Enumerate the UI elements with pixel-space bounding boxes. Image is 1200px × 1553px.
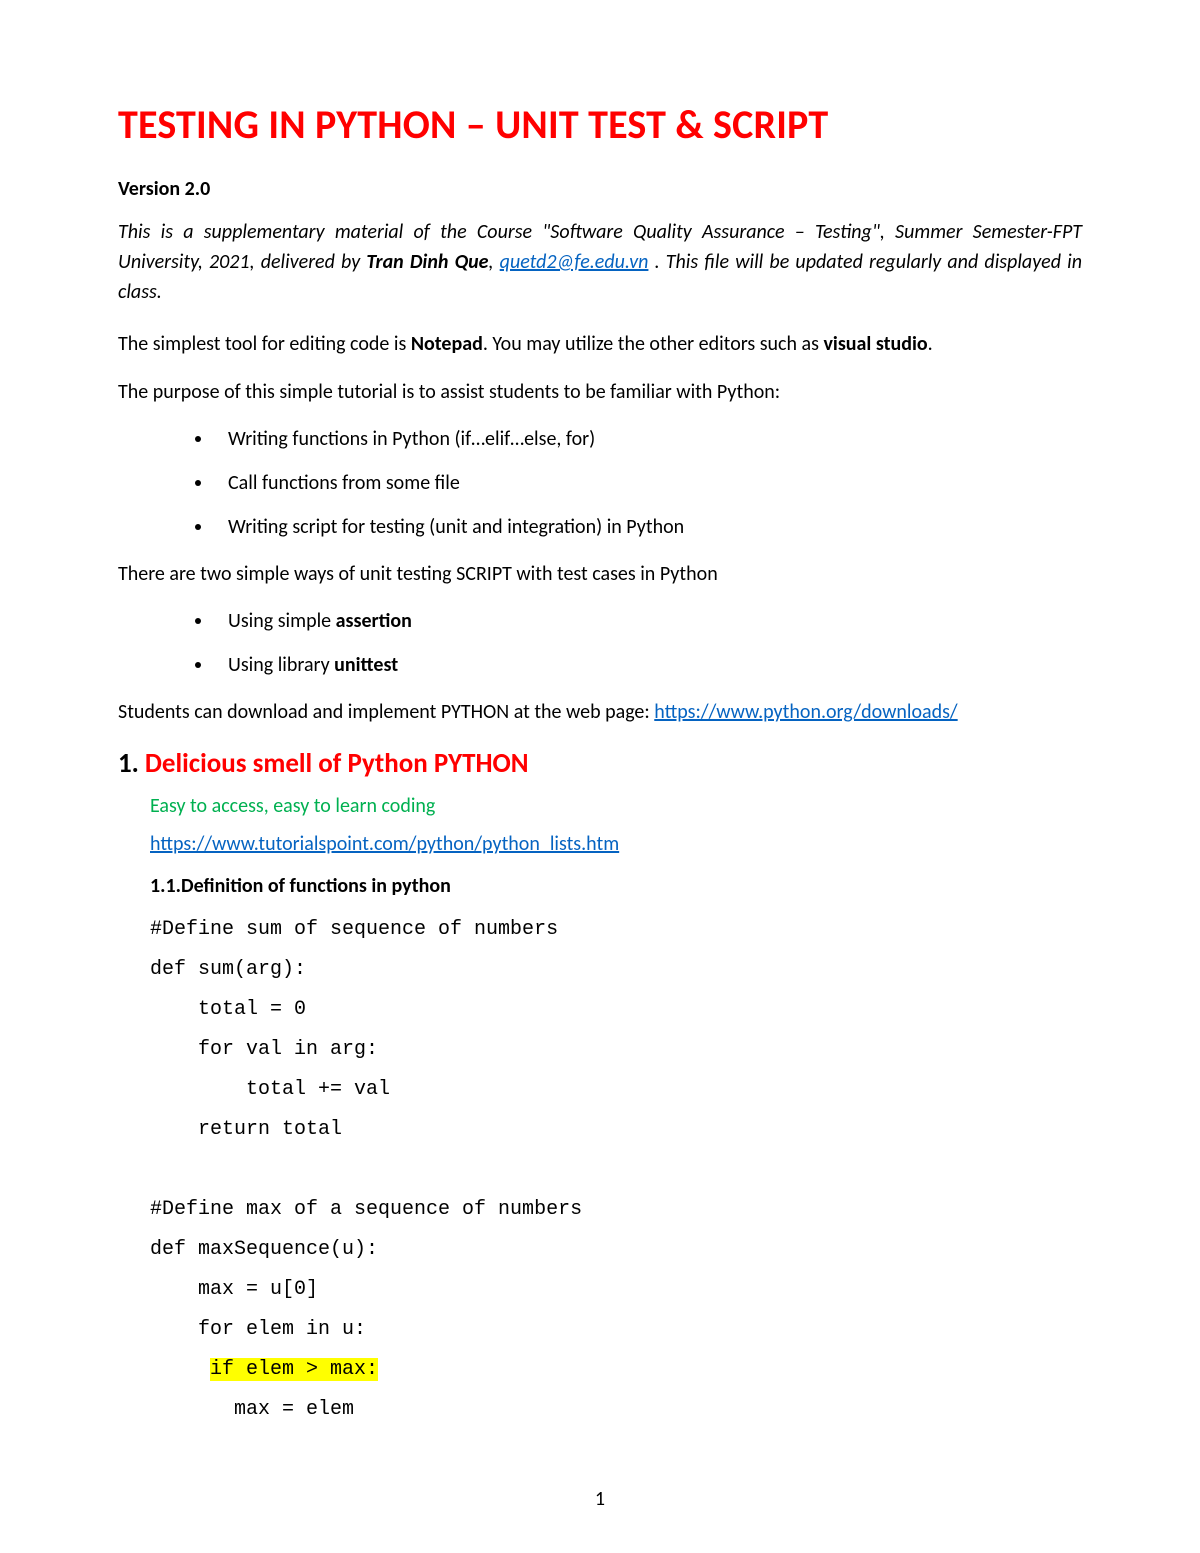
list-item: Using simple assertion [214, 607, 1082, 635]
bullet-pre: Using simple [228, 609, 336, 633]
intro-sep: , [489, 250, 500, 274]
download-paragraph: Students can download and implement PYTH… [118, 697, 1082, 727]
intro-email-link[interactable]: quetd2@fe.edu.vn [500, 250, 649, 274]
document-title: TESTING IN PYTHON – UNIT TEST & SCRIPT [118, 100, 1082, 149]
editor-p2: . You may utilize the other editors such… [483, 332, 824, 356]
list-item: Using library unittest [214, 651, 1082, 679]
code-line: total = 0 [150, 998, 306, 1021]
code-line: def sum(arg): [150, 958, 306, 981]
code-line: total += val [150, 1078, 390, 1101]
code-line: #Define max of a sequence of numbers [150, 1198, 582, 1221]
version-line: Version 2.0 [118, 177, 1082, 201]
code-block: #Define sum of sequence of numbers def s… [150, 910, 1082, 1430]
subsection-1-1-heading: 1.1.Definition of functions in python [150, 874, 1082, 898]
editor-notepad: Notepad [411, 332, 483, 356]
page: TESTING IN PYTHON – UNIT TEST & SCRIPT V… [0, 0, 1200, 1553]
intro-paragraph: This is a supplementary material of the … [118, 217, 1082, 307]
section-1-body: Easy to access, easy to learn coding htt… [118, 794, 1082, 1430]
code-line-pre [150, 1358, 210, 1381]
code-highlight: if elem > max: [210, 1358, 378, 1381]
purpose-bullets: Writing functions in Python (if…elif…els… [118, 425, 1082, 541]
code-line: max = elem [150, 1398, 354, 1421]
ways-paragraph: There are two simple ways of unit testin… [118, 559, 1082, 589]
list-item: Writing script for testing (unit and int… [214, 513, 1082, 541]
bullet-bold: assertion [336, 609, 412, 633]
section-1-subtitle: Easy to access, easy to learn coding [150, 794, 1082, 818]
page-number: 1 [0, 1487, 1200, 1511]
ways-bullets: Using simple assertion Using library uni… [118, 607, 1082, 679]
section-1-number: 1. [118, 747, 139, 780]
code-line: #Define sum of sequence of numbers [150, 918, 558, 941]
list-item: Writing functions in Python (if…elif…els… [214, 425, 1082, 453]
purpose-paragraph: The purpose of this simple tutorial is t… [118, 377, 1082, 407]
code-line: return total [150, 1118, 342, 1141]
download-pre: Students can download and implement PYTH… [118, 700, 654, 724]
tutorialspoint-link[interactable]: https://www.tutorialspoint.com/python/py… [150, 832, 619, 856]
section-1-heading: 1.Delicious smell of Python PYTHON [118, 747, 1082, 780]
editor-p3: . [928, 332, 933, 356]
list-item: Call functions from some file [214, 469, 1082, 497]
code-line: for val in arg: [150, 1038, 378, 1061]
bullet-pre: Using library [228, 653, 334, 677]
editor-paragraph: The simplest tool for editing code is No… [118, 329, 1082, 359]
tutorialspoint-line: https://www.tutorialspoint.com/python/py… [150, 832, 1082, 856]
editor-vs: visual studio [823, 332, 927, 356]
bullet-bold: unittest [334, 653, 398, 677]
bullet-text: Writing functions in Python (if…elif…els… [228, 427, 595, 451]
code-line: def maxSequence(u): [150, 1238, 378, 1261]
editor-p1: The simplest tool for editing code is [118, 332, 411, 356]
intro-author: Tran Dinh Que [366, 250, 488, 274]
section-1-title: Delicious smell of Python PYTHON [145, 747, 529, 780]
bullet-text: Writing script for testing (unit and int… [228, 515, 684, 539]
code-line: for elem in u: [150, 1318, 366, 1341]
python-download-link[interactable]: https://www.python.org/downloads/ [654, 700, 957, 724]
bullet-text: Call functions from some file [228, 471, 460, 495]
code-line: max = u[0] [150, 1278, 318, 1301]
